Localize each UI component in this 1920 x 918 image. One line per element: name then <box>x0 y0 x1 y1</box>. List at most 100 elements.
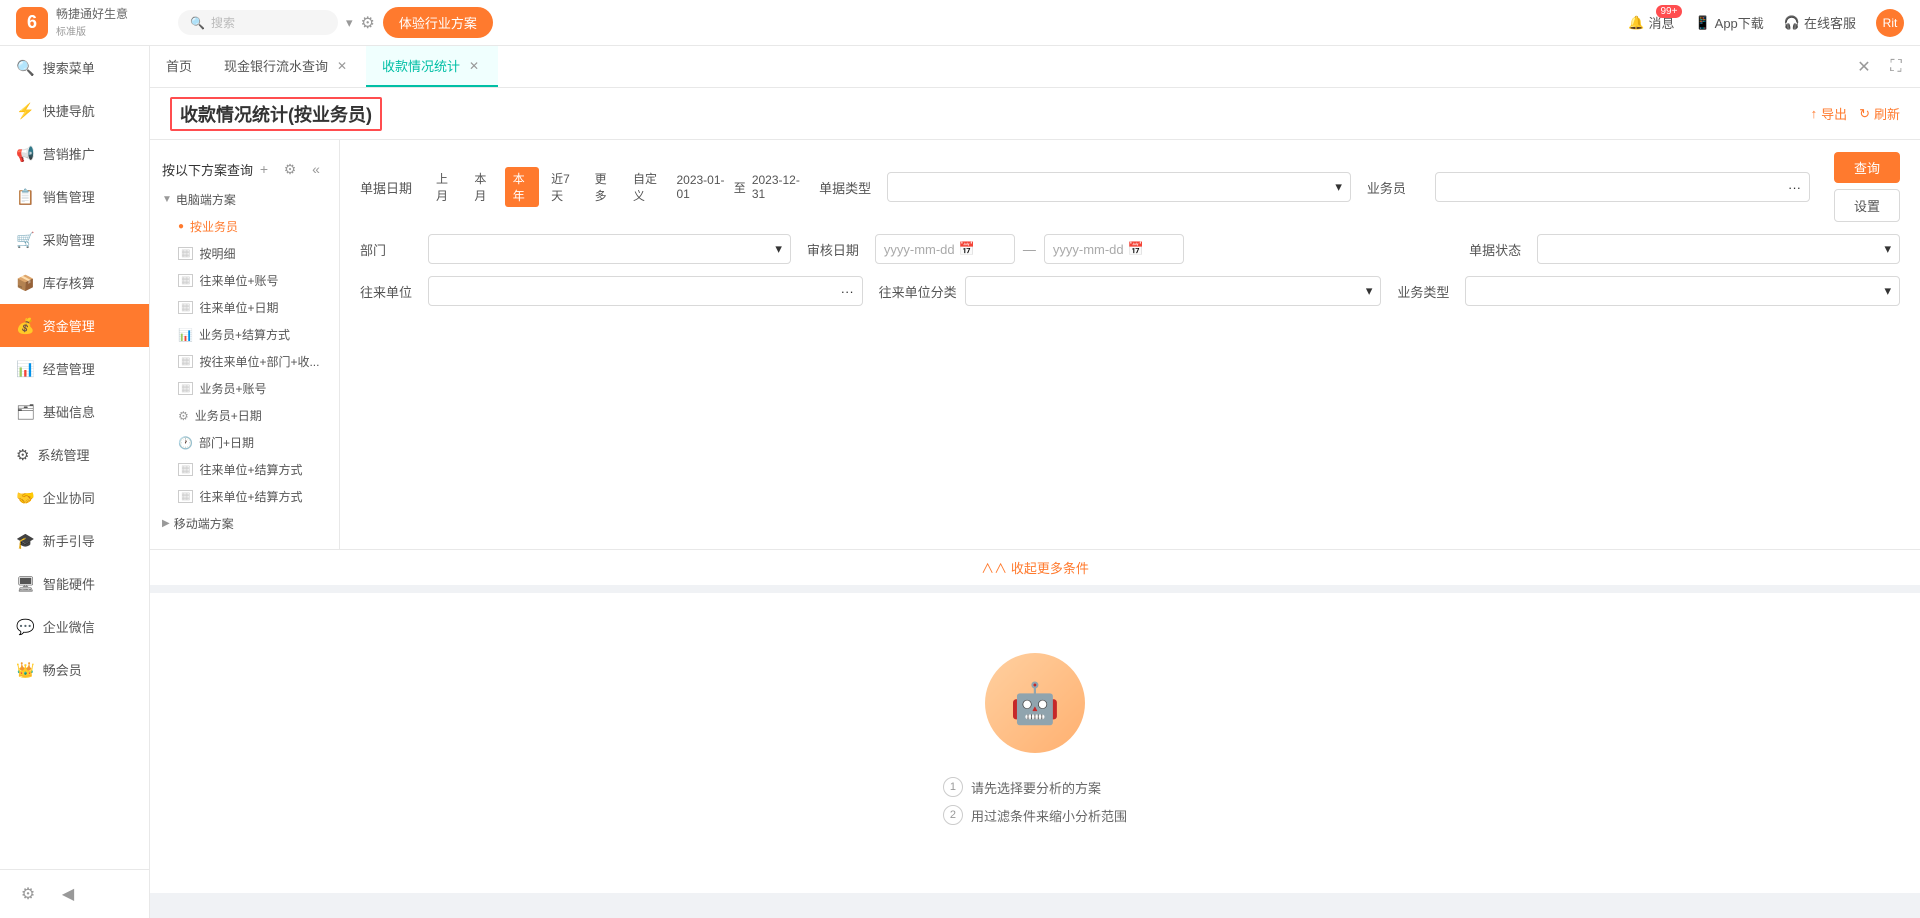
sidebar-item-营销推广[interactable]: 📢营销推广 <box>0 132 149 175</box>
department-field: 部门 ▾ <box>360 234 791 264</box>
table-icon: ▦ <box>178 301 193 314</box>
scheme-label: 按业务员 <box>190 218 238 235</box>
query-button[interactable]: 查询 <box>1834 152 1900 183</box>
search-icon: 🔍 <box>190 16 205 30</box>
logo-area: 6 畅捷通好生意 标准版 <box>16 7 166 39</box>
chevron-down-cat-icon: ▾ <box>1366 283 1373 299</box>
sidebar-item-系统管理[interactable]: ⚙系统管理 <box>0 433 149 476</box>
table-icon: ▦ <box>178 382 193 395</box>
scheme-item-按业务员[interactable]: ●按业务员 <box>150 213 339 240</box>
sidebar-item-label: 智能硬件 <box>43 574 95 593</box>
sidebar-item-搜索菜单[interactable]: 🔍搜索菜单 <box>0 46 149 89</box>
step-number: 2 <box>943 805 963 825</box>
table-icon: ▦ <box>178 355 193 368</box>
page-title: 收款情况统计(按业务员) <box>170 97 382 131</box>
sidebar-item-label: 采购管理 <box>43 230 95 249</box>
partner-more-icon: ··· <box>841 284 854 299</box>
scheme-settings-btn[interactable]: ⚙ <box>279 158 301 180</box>
add-scheme-btn[interactable]: + <box>253 158 275 180</box>
mobile-schemes-header[interactable]: ▶ 移动端方案 <box>150 510 339 537</box>
scheme-item-部门+日期[interactable]: 🕐部门+日期 <box>150 429 339 456</box>
sidebar-item-智能硬件[interactable]: 🖥智能硬件 <box>0 562 149 605</box>
nav-settings-icon[interactable]: ⚙ <box>361 13 375 33</box>
left-sidebar: 🔍搜索菜单⚡快捷导航📢营销推广📋销售管理🛒采购管理📦库存核算💰资金管理📊经营管理… <box>0 46 150 918</box>
tab-close-icon[interactable]: ✕ <box>466 58 482 74</box>
tab-现金银行流水查询[interactable]: 现金银行流水查询✕ <box>208 46 366 87</box>
doc-type-select[interactable]: ▾ <box>887 172 1351 202</box>
trial-button[interactable]: 体验行业方案 <box>383 7 493 38</box>
partner-category-label: 往来单位分类 <box>879 282 957 301</box>
business-type-select[interactable]: ▾ <box>1465 276 1900 306</box>
doc-status-field: 单据状态 ▾ <box>1469 234 1900 264</box>
scheme-item-往来单位+结算方式[interactable]: ▦往来单位+结算方式 <box>150 483 339 510</box>
scheme-item-按往来单位+部门+收...[interactable]: ▦按往来单位+部门+收... <box>150 348 339 375</box>
step-text: 用过滤条件来缩小分析范围 <box>971 806 1127 825</box>
sidebar-item-基础信息[interactable]: 🗂基础信息 <box>0 390 149 433</box>
department-select[interactable]: ▾ <box>428 234 791 264</box>
doc-status-select[interactable]: ▾ <box>1537 234 1900 264</box>
sidebar-item-畅会员[interactable]: 👑畅会员 <box>0 648 149 691</box>
desktop-schemes-header[interactable]: ▼ 电脑端方案 <box>150 186 339 213</box>
review-date-start[interactable]: yyyy-mm-dd 📅 <box>875 234 1015 264</box>
nav-search[interactable]: 🔍 搜索 <box>178 10 338 35</box>
sidebar-item-经营管理[interactable]: 📊经营管理 <box>0 347 149 390</box>
sidebar-item-快捷导航[interactable]: ⚡快捷导航 <box>0 89 149 132</box>
partner-select[interactable]: ··· <box>428 276 863 306</box>
sidebar-item-库存核算[interactable]: 📦库存核算 <box>0 261 149 304</box>
sidebar-item-企业协同[interactable]: 🤝企业协同 <box>0 476 149 519</box>
sidebar-item-采购管理[interactable]: 🛒采购管理 <box>0 218 149 261</box>
empty-state: 🤖 1请先选择要分析的方案2用过滤条件来缩小分析范围 <box>150 593 1920 893</box>
partner-category-select[interactable]: ▾ <box>965 276 1382 306</box>
scheme-item-往来单位+结算方式[interactable]: ▦往来单位+结算方式 <box>150 456 339 483</box>
scheme-item-业务员+账号[interactable]: ▦业务员+账号 <box>150 375 339 402</box>
close-all-tabs-btn[interactable]: ✕ <box>1852 55 1876 79</box>
collapse-more-btn[interactable]: ∧∧ 收起更多条件 <box>150 550 1920 585</box>
sidebar-item-label: 企业微信 <box>43 617 95 636</box>
sidebar-item-资金管理[interactable]: 💰资金管理 <box>0 304 149 347</box>
tab-label: 收款情况统计 <box>382 56 460 75</box>
sidebar-settings-btn[interactable]: ⚙ <box>12 878 44 910</box>
scheme-item-按明细[interactable]: ▦按明细 <box>150 240 339 267</box>
scheme-item-业务员+结算方式[interactable]: 📊业务员+结算方式 <box>150 321 339 348</box>
scheme-item-往来单位+日期[interactable]: ▦往来单位+日期 <box>150 294 339 321</box>
date-tab-本月[interactable]: 本月 <box>466 167 500 207</box>
settings-button[interactable]: 设置 <box>1834 189 1900 222</box>
date-tab-更多[interactable]: 更多 <box>587 167 621 207</box>
expand-icon: ▼ <box>162 194 172 205</box>
filter-row-3: 往来单位 ··· 往来单位分类 ▾ <box>360 276 1900 306</box>
scheme-item-往来单位+账号[interactable]: ▦往来单位+账号 <box>150 267 339 294</box>
tab-close-icon[interactable]: ✕ <box>334 58 350 74</box>
right-filter-form: 单据日期 上月本月本年近7天更多自定义 2023-01-01 至 2023-12… <box>340 140 1920 549</box>
user-avatar[interactable]: Rit <box>1876 9 1904 37</box>
sidebar-item-新手引导[interactable]: 🎓新手引导 <box>0 519 149 562</box>
sidebar-item-label: 搜索菜单 <box>43 58 95 77</box>
date-tab-自定义[interactable]: 自定义 <box>625 167 669 207</box>
export-btn[interactable]: ↑ 导出 <box>1811 104 1848 123</box>
review-date-end[interactable]: yyyy-mm-dd 📅 <box>1044 234 1184 264</box>
maximize-btn[interactable]: ⛶ <box>1884 55 1908 79</box>
table-icon: ▦ <box>178 490 193 503</box>
nav-chevron-icon[interactable]: ▾ <box>346 15 353 31</box>
date-range: 2023-01-01 至 2023-12-31 <box>676 173 803 201</box>
app-download-item[interactable]: 📱 App下载 <box>1694 13 1763 32</box>
page-header-actions: ↑ 导出 ↻ 刷新 <box>1811 104 1900 123</box>
date-tab-上月[interactable]: 上月 <box>428 167 462 207</box>
customer-service-item[interactable]: 🎧 在线客服 <box>1784 13 1856 32</box>
sidebar-collapse-btn[interactable]: ◀ <box>52 878 84 910</box>
date-tab-本年[interactable]: 本年 <box>505 167 539 207</box>
sidebar-item-企业微信[interactable]: 💬企业微信 <box>0 605 149 648</box>
scheme-item-业务员+日期[interactable]: ⚙业务员+日期 <box>150 402 339 429</box>
notification-item[interactable]: 🔔 消息 99+ <box>1628 13 1674 32</box>
tab-收款情况统计[interactable]: 收款情况统计 ✕ <box>366 46 498 87</box>
date-tab-近7天[interactable]: 近7天 <box>543 167 582 207</box>
sidebar-item-label: 系统管理 <box>37 445 89 464</box>
tab-首页[interactable]: 首页 <box>150 46 208 87</box>
collapse-icon: ∧∧ <box>981 561 1007 576</box>
refresh-btn[interactable]: ↻ 刷新 <box>1859 104 1900 123</box>
collapse-sidebar-btn[interactable]: « <box>305 158 327 180</box>
table-icon: ▦ <box>178 274 193 287</box>
gear-icon: ⚙ <box>178 409 189 423</box>
sidebar-item-销售管理[interactable]: 📋销售管理 <box>0 175 149 218</box>
salesperson-select[interactable]: ··· <box>1435 172 1810 202</box>
doc-type-field: 单据类型 ▾ <box>819 172 1351 202</box>
